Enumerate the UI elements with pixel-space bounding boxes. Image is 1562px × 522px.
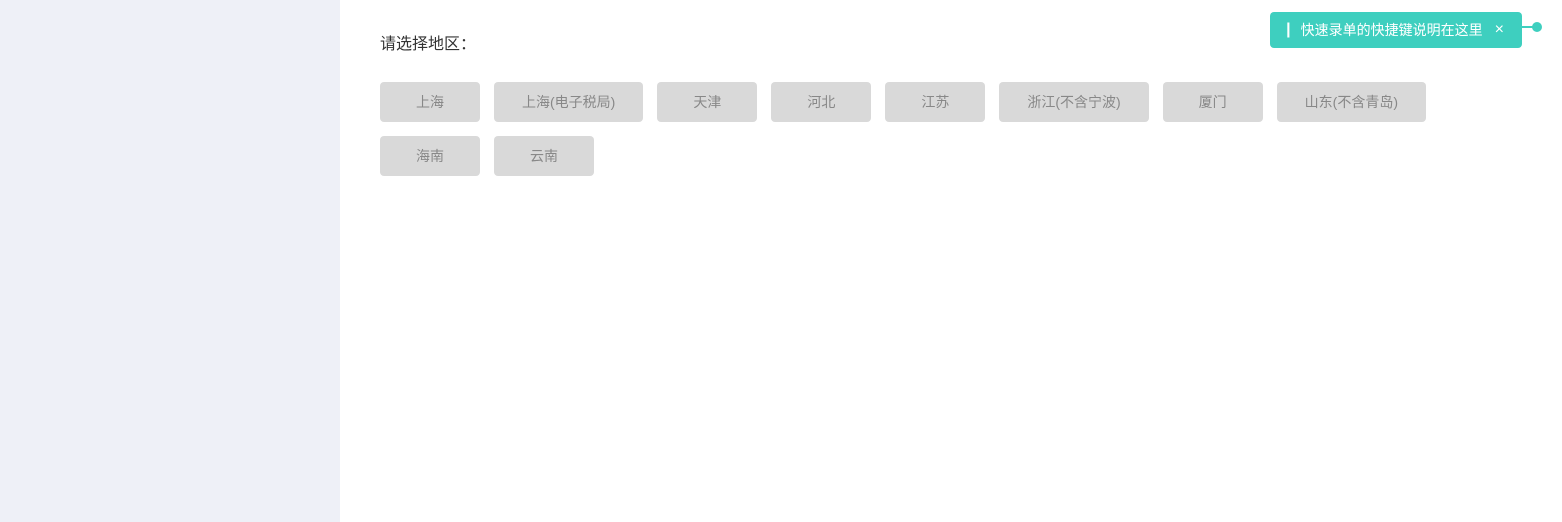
region-button-xiamen[interactable]: 厦门 — [1163, 82, 1263, 122]
region-button-yunnan[interactable]: 云南 — [494, 136, 594, 176]
sidebar — [0, 0, 340, 522]
region-button-zhejiang[interactable]: 浙江(不含宁波) — [999, 82, 1148, 122]
region-button-shanghai-etax[interactable]: 上海(电子税局) — [494, 82, 643, 122]
tooltip-close-button[interactable]: × — [1493, 22, 1506, 38]
tooltip-connector-dot — [1532, 22, 1542, 32]
region-button-shanghai[interactable]: 上海 — [380, 82, 480, 122]
region-button-hainan[interactable]: 海南 — [380, 136, 480, 176]
region-button-group: 上海上海(电子税局) 天津河北江苏浙江(不含宁波) 厦门山东(不含青岛) 海南云南 — [380, 82, 1522, 176]
region-button-hebei[interactable]: 河北 — [771, 82, 871, 122]
region-button-tianjin[interactable]: 天津 — [657, 82, 757, 122]
region-button-shandong[interactable]: 山东(不含青岛) — [1277, 82, 1426, 122]
tooltip-text: 快速录单的快捷键说明在这里 — [1301, 20, 1483, 40]
region-button-jiangsu[interactable]: 江苏 — [885, 82, 985, 122]
tooltip-banner: 快速录单的快捷键说明在这里 × — [1270, 12, 1522, 48]
main-content: 请选择地区： 上海上海(电子税局)天津河北江苏浙江(不含宁波)厦门山东(不含青岛… — [340, 0, 1562, 522]
